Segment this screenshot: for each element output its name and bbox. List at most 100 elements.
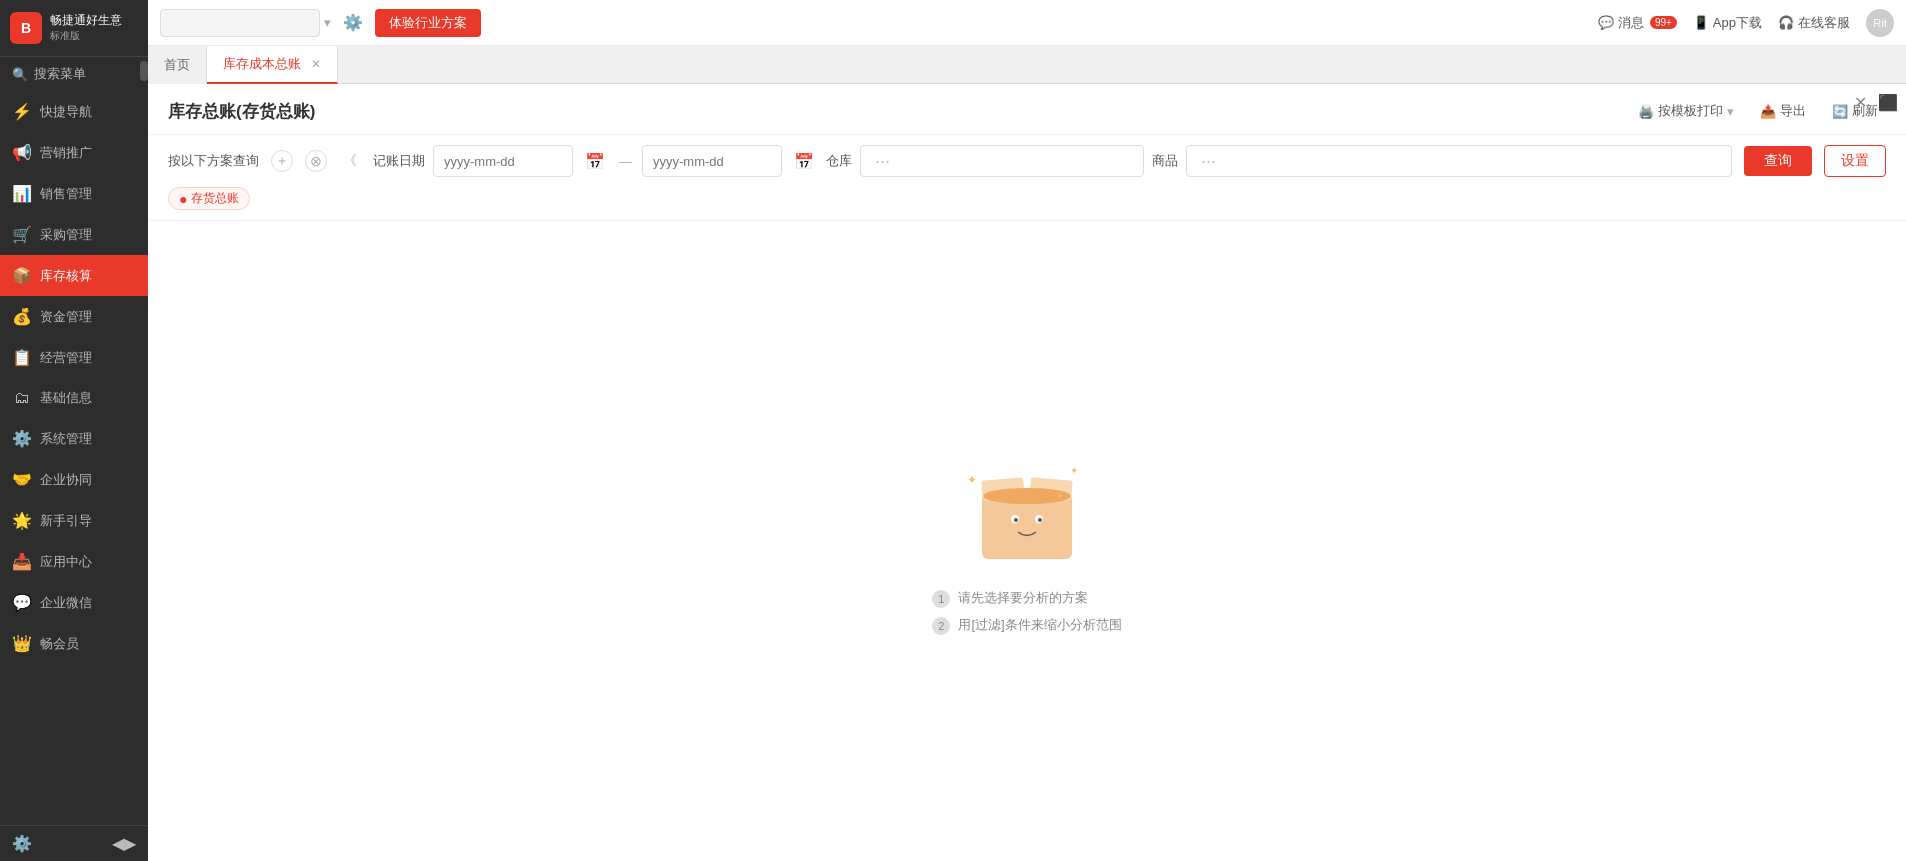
sidebar-item-guide[interactable]: 🌟 新手引导	[0, 500, 148, 541]
filter-bar: 按以下方案查询 ＋ ⊗ 《 记账日期 📅 — 📅 仓库 ···	[148, 135, 1906, 221]
sidebar-item-system[interactable]: ⚙️ 系统管理	[0, 418, 148, 459]
tab-close-icon[interactable]: ✕	[311, 57, 321, 71]
sidebar-item-member[interactable]: 👑 畅会员	[0, 623, 148, 664]
industry-solution-button[interactable]: 体验行业方案	[375, 9, 481, 37]
tabs-bar: 首页 库存成本总账 ✕	[148, 46, 1906, 84]
filter-tag-inventory[interactable]: ● 存货总账	[168, 187, 250, 210]
sidebar-item-label: 基础信息	[40, 389, 92, 407]
appstore-icon: 📥	[12, 552, 32, 571]
sidebar-item-label: 企业微信	[40, 594, 92, 612]
svg-point-6	[1014, 518, 1018, 522]
goods-label: 商品	[1152, 152, 1178, 170]
goods-more-icon[interactable]: ···	[1201, 151, 1216, 172]
close-panel-btn[interactable]: ✕	[1848, 90, 1872, 114]
sidebar-item-label: 营销推广	[40, 144, 92, 162]
svg-text:✦: ✦	[1070, 465, 1078, 476]
tab-home-label: 首页	[164, 56, 190, 74]
gear-icon[interactable]: ⚙️	[339, 9, 367, 36]
settings-footer-btn[interactable]: ⚙️	[12, 834, 32, 853]
search-menu[interactable]: 🔍 搜索菜单	[0, 57, 148, 91]
guide-icon: 🌟	[12, 511, 32, 530]
message-badge: 99+	[1650, 16, 1677, 29]
breadcrumb-input[interactable]	[160, 9, 320, 37]
sidebar-item-label: 畅会员	[40, 635, 79, 653]
date-label: 记账日期	[373, 152, 425, 170]
expand-panel-btn[interactable]: ⬛	[1876, 90, 1900, 114]
query-button[interactable]: 查询	[1744, 146, 1812, 176]
sidebar-item-sales[interactable]: 📊 销售管理	[0, 173, 148, 214]
sidebar-item-appstore[interactable]: 📥 应用中心	[0, 541, 148, 582]
sidebar-item-label: 经营管理	[40, 349, 92, 367]
empty-svg: ✦ ✦ ✦	[962, 439, 1092, 569]
filter-row-scheme: 按以下方案查询 ＋ ⊗ 《 记账日期 📅 — 📅 仓库 ···	[168, 145, 1886, 177]
sidebar-item-purchase[interactable]: 🛒 采购管理	[0, 214, 148, 255]
sidebar-item-label: 企业协同	[40, 471, 92, 489]
breadcrumb-area: ▾	[160, 9, 331, 37]
sidebar-item-inventory[interactable]: 📦 库存核算	[0, 255, 148, 296]
filter-controls: 记账日期 📅 — 📅 仓库 ··· 商品 ···	[373, 145, 1732, 177]
collapse-sidebar-btn[interactable]: ◀▶	[112, 834, 136, 853]
calendar-start-icon[interactable]: 📅	[581, 148, 609, 175]
del-scheme-btn[interactable]: ⊗	[305, 150, 327, 172]
dropdown-arrow-icon[interactable]: ▾	[324, 15, 331, 30]
print-icon: 🖨️	[1638, 104, 1654, 119]
app-download-btn[interactable]: 📱 App下载	[1693, 14, 1762, 32]
empty-state: ✦ ✦ ✦ 1 请先选择要分析的方案 2 用[过滤]条件来缩小分析范围	[148, 221, 1906, 861]
purchase-icon: 🛒	[12, 225, 32, 244]
sidebar-item-cooperation[interactable]: 🤝 企业协同	[0, 459, 148, 500]
logo-icon: B	[10, 12, 42, 44]
sidebar-item-label: 资金管理	[40, 308, 92, 326]
message-label: 消息	[1618, 14, 1644, 32]
date-start-input[interactable]	[433, 145, 573, 177]
print-btn[interactable]: 🖨️ 按模板打印 ▾	[1630, 98, 1742, 124]
topbar-left: ▾ ⚙️ 体验行业方案	[160, 9, 1590, 37]
sidebar-item-operation[interactable]: 📋 经营管理	[0, 337, 148, 378]
sidebar-footer: ⚙️ ◀▶	[0, 825, 148, 861]
calendar-end-icon[interactable]: 📅	[790, 148, 818, 175]
warehouse-more-icon[interactable]: ···	[875, 151, 890, 172]
date-separator: —	[617, 154, 634, 169]
sidebar-item-marketing[interactable]: 📢 营销推广	[0, 132, 148, 173]
date-end-input[interactable]	[642, 145, 782, 177]
headset-icon: 🎧	[1778, 15, 1794, 30]
app-name: 畅捷通好生意	[50, 13, 122, 29]
hint-num-1: 1	[932, 590, 950, 608]
print-dropdown-icon[interactable]: ▾	[1727, 104, 1734, 119]
svg-point-7	[1038, 518, 1042, 522]
online-service-btn[interactable]: 🎧 在线客服	[1778, 14, 1850, 32]
tab-home[interactable]: 首页	[148, 46, 207, 84]
hint-item-2: 2 用[过滤]条件来缩小分析范围	[932, 616, 1121, 635]
export-btn[interactable]: 📤 导出	[1752, 98, 1814, 124]
warehouse-input[interactable]: ···	[860, 145, 1144, 177]
sidebar-item-label: 新手引导	[40, 512, 92, 530]
cooperation-icon: 🤝	[12, 470, 32, 489]
empty-illustration: ✦ ✦ ✦	[962, 439, 1092, 569]
svg-text:✦: ✦	[1057, 492, 1064, 501]
filter-tags: ● 存货总账	[168, 187, 1886, 210]
sidebar-item-wechat[interactable]: 💬 企业微信	[0, 582, 148, 623]
sidebar-item-label: 库存核算	[40, 267, 92, 285]
topbar: ▾ ⚙️ 体验行业方案 💬 消息 99+ 📱 App下载 🎧 在线客服 Rit	[148, 0, 1906, 46]
collapse-filter-btn[interactable]: 《	[339, 148, 361, 174]
sidebar-item-basic[interactable]: 🗂 基础信息	[0, 378, 148, 418]
tab-inventory-cost[interactable]: 库存成本总账 ✕	[207, 46, 338, 84]
settings-button[interactable]: 设置	[1824, 145, 1886, 177]
finance-icon: 💰	[12, 307, 32, 326]
sidebar-item-label: 销售管理	[40, 185, 92, 203]
app-download-label: App下载	[1713, 14, 1762, 32]
add-scheme-btn[interactable]: ＋	[271, 150, 293, 172]
svg-text:✦: ✦	[967, 473, 977, 487]
goods-input[interactable]: ···	[1186, 145, 1732, 177]
sidebar-item-label: 快捷导航	[40, 103, 92, 121]
user-area[interactable]: Rit	[1866, 9, 1894, 37]
content-area: ✦ ✦ ✦ 1 请先选择要分析的方案 2 用[过滤]条件来缩小分析范围	[148, 221, 1906, 861]
hint-item-1: 1 请先选择要分析的方案	[932, 589, 1121, 608]
sidebar-item-label: 系统管理	[40, 430, 92, 448]
search-icon: 🔍	[12, 67, 28, 82]
message-icon: 💬	[1598, 15, 1614, 30]
sidebar-item-finance[interactable]: 💰 资金管理	[0, 296, 148, 337]
message-btn[interactable]: 💬 消息 99+	[1598, 14, 1677, 32]
sidebar-item-shortcut[interactable]: ⚡ 快捷导航	[0, 91, 148, 132]
user-initials: Rit	[1873, 17, 1886, 29]
page-header: 库存总账(存货总账) 🖨️ 按模板打印 ▾ 📤 导出 🔄 刷新 ✕	[148, 84, 1906, 135]
